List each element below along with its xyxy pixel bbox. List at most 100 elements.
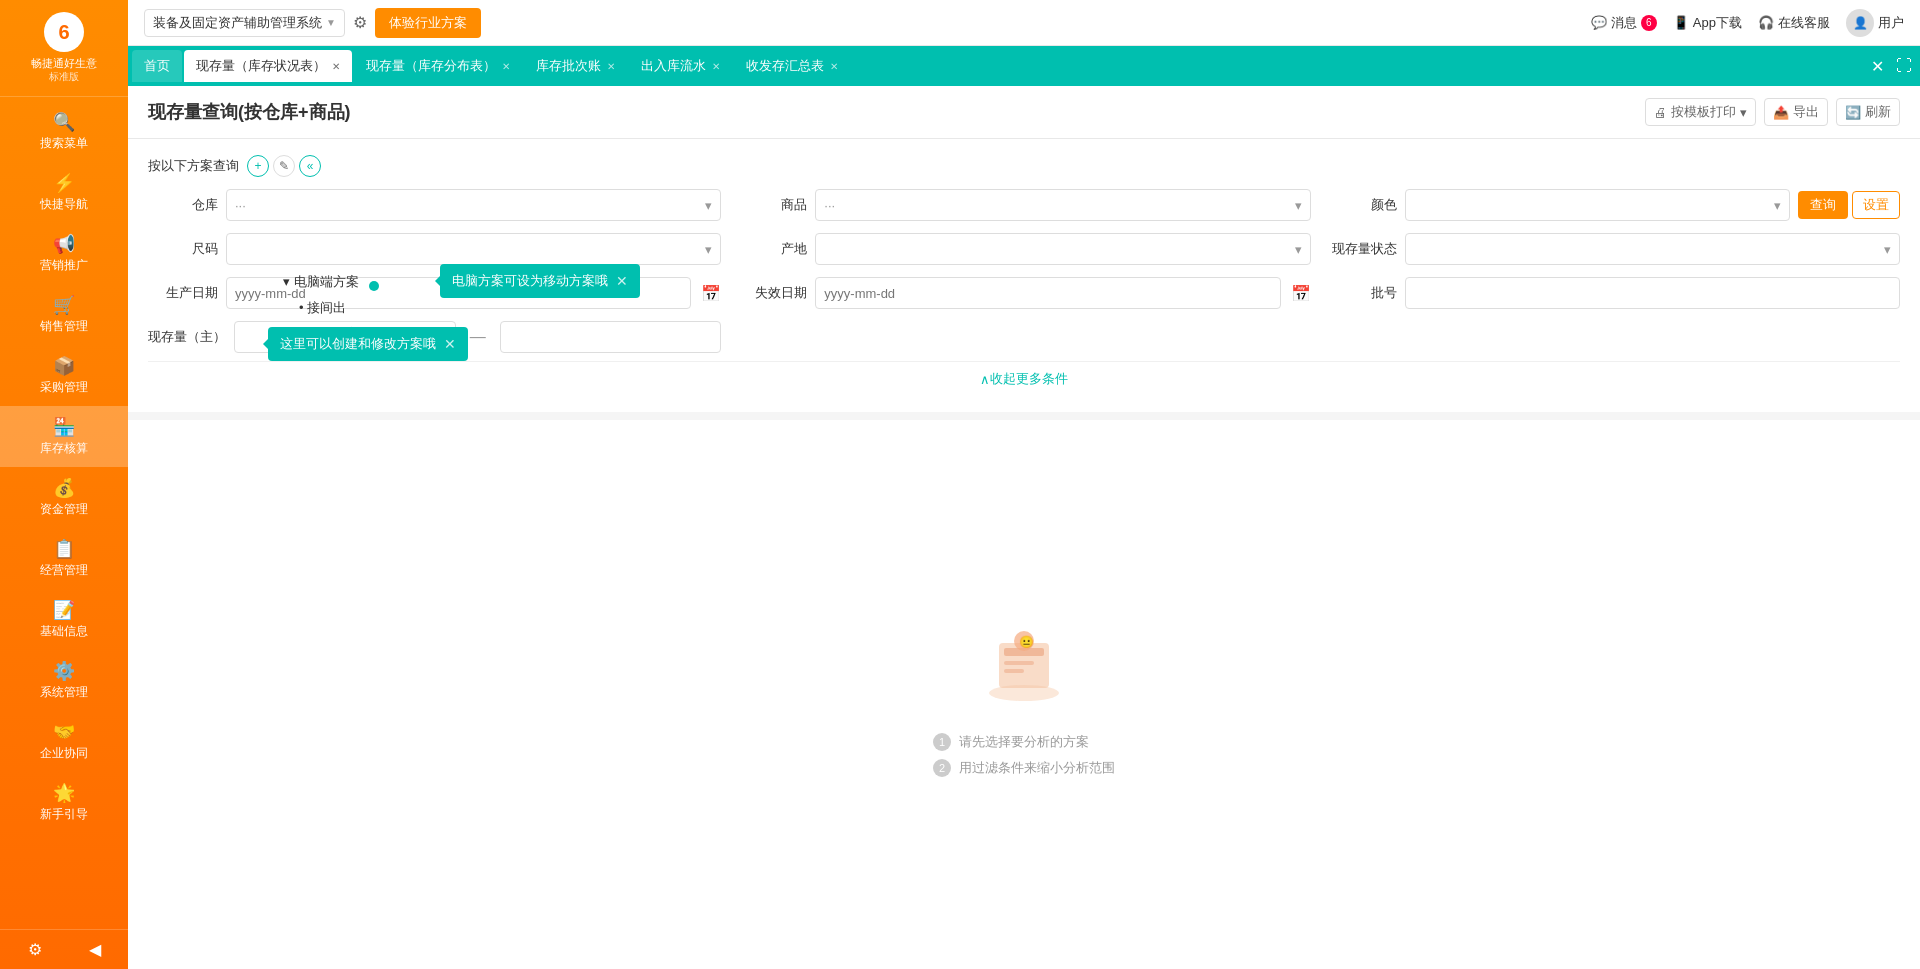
tab-close-icon[interactable]: ✕ bbox=[830, 61, 838, 72]
filter-group-goods: 商品 ··· ▾ bbox=[737, 189, 1310, 221]
batch-input[interactable] bbox=[1405, 277, 1900, 309]
size-select[interactable]: ▾ bbox=[226, 233, 721, 265]
hint-text-2: 用过滤条件来缩小分析范围 bbox=[959, 759, 1115, 777]
sidebar-item-basic[interactable]: 📝 基础信息 bbox=[0, 589, 128, 650]
sidebar-item-label: 基础信息 bbox=[40, 623, 88, 640]
sidebar-item-enterprise[interactable]: 🤝 企业协同 bbox=[0, 711, 128, 772]
lightning-icon: ⚡ bbox=[53, 172, 75, 194]
tab-inout[interactable]: 出入库流水 ✕ bbox=[629, 50, 732, 82]
collapse-bar[interactable]: ∧ 收起更多条件 bbox=[148, 361, 1900, 396]
create-tooltip-text: 这里可以创建和修改方案哦 bbox=[280, 335, 436, 353]
calendar-icon: 📅 bbox=[701, 284, 721, 303]
expdate-start-input[interactable] bbox=[824, 286, 1271, 301]
filter-group-expdate: 失效日期 📅 bbox=[737, 277, 1310, 309]
search-btn[interactable]: 查询 bbox=[1798, 191, 1848, 219]
goods-select[interactable]: ··· ▾ bbox=[815, 189, 1310, 221]
tab-close-all-icon[interactable]: ✕ bbox=[1867, 53, 1888, 80]
settings-filter-btn[interactable]: 设置 bbox=[1852, 191, 1900, 219]
tab-home[interactable]: 首页 bbox=[132, 50, 182, 82]
edit-scheme-btn[interactable]: ✎ bbox=[273, 155, 295, 177]
scheme-node-item1[interactable]: • 接间出 bbox=[283, 295, 359, 321]
tooltip2-close-icon[interactable]: ✕ bbox=[444, 336, 456, 352]
header-right: 💬 消息 6 📱 App下载 🎧 在线客服 👤 用户 bbox=[1591, 9, 1904, 37]
hint-num-1: 1 bbox=[933, 733, 951, 751]
tab-batch[interactable]: 库存批次账 ✕ bbox=[524, 50, 627, 82]
scheme-tooltip-bubble: 电脑方案可设为移动方案哦 ✕ bbox=[440, 264, 640, 298]
tab-receivable[interactable]: 收发存汇总表 ✕ bbox=[734, 50, 850, 82]
color-select[interactable]: ▾ bbox=[1405, 189, 1790, 221]
empty-hint-1: 1 请先选择要分析的方案 bbox=[933, 733, 1115, 751]
sidebar-item-label: 库存核算 bbox=[40, 440, 88, 457]
filter-group-origin: 产地 ▾ bbox=[737, 233, 1310, 265]
filter-row-2: 尺码 ▾ 产地 ▾ 现存量状态 bbox=[148, 233, 1900, 265]
warehouse-select[interactable]: ··· ▾ bbox=[226, 189, 721, 221]
sidebar-item-label: 系统管理 bbox=[40, 684, 88, 701]
refresh-btn[interactable]: 🔄 刷新 bbox=[1836, 98, 1900, 126]
page-area: 现存量查询(按仓库+商品) 🖨 按模板打印 ▾ 📤 导出 🔄 刷新 bbox=[128, 86, 1920, 969]
svg-rect-3 bbox=[1004, 661, 1034, 665]
sidebar-item-inventory[interactable]: 🏪 库存核算 bbox=[0, 406, 128, 467]
settings-footer-icon[interactable]: ⚙ bbox=[28, 940, 42, 959]
system-name: 装备及固定资产辅助管理系统 bbox=[153, 14, 322, 32]
tooltip-close-icon[interactable]: ✕ bbox=[616, 273, 628, 289]
sidebar-item-system[interactable]: ⚙️ 系统管理 bbox=[0, 650, 128, 711]
system-selector[interactable]: 装备及固定资产辅助管理系统 ▼ bbox=[144, 9, 345, 37]
app-icon: 📱 bbox=[1673, 15, 1689, 30]
chevron-down-icon: ▼ bbox=[326, 17, 336, 28]
header-settings-icon[interactable]: ⚙ bbox=[353, 13, 367, 32]
filter-header-icons: + ✎ « bbox=[247, 155, 321, 177]
sidebar-item-label: 采购管理 bbox=[40, 379, 88, 396]
header-user[interactable]: 👤 用户 bbox=[1846, 9, 1904, 37]
print-btn[interactable]: 🖨 按模板打印 ▾ bbox=[1645, 98, 1756, 126]
sidebar-item-marketing[interactable]: 📢 营销推广 bbox=[0, 223, 128, 284]
sidebar-item-label: 搜索菜单 bbox=[40, 135, 88, 152]
tab-close-icon[interactable]: ✕ bbox=[712, 61, 720, 72]
tab-inventory-status[interactable]: 现存量（库存状况表） ✕ bbox=[184, 50, 352, 82]
tab-close-icon[interactable]: ✕ bbox=[607, 61, 615, 72]
add-scheme-btn[interactable]: + bbox=[247, 155, 269, 177]
batch-text-input[interactable] bbox=[1414, 286, 1891, 301]
top-header: 装备及固定资产辅助管理系统 ▼ ⚙ 体验行业方案 💬 消息 6 📱 App下载 … bbox=[128, 0, 1920, 46]
tab-inventory-dist[interactable]: 现存量（库存分布表） ✕ bbox=[354, 50, 522, 82]
basic-icon: 📝 bbox=[53, 599, 75, 621]
industry-btn[interactable]: 体验行业方案 bbox=[375, 8, 481, 38]
sidebar-item-purchase[interactable]: 📦 采购管理 bbox=[0, 345, 128, 406]
tab-close-icon[interactable]: ✕ bbox=[502, 61, 510, 72]
sidebar-item-guide[interactable]: 🌟 新手引导 bbox=[0, 772, 128, 833]
sidebar-item-search[interactable]: 🔍 搜索菜单 bbox=[0, 101, 128, 162]
sidebar-item-label: 企业协同 bbox=[40, 745, 88, 762]
status-select[interactable]: ▾ bbox=[1405, 233, 1900, 265]
arrow-btn[interactable]: « bbox=[299, 155, 321, 177]
sidebar-item-operation[interactable]: 📋 经营管理 bbox=[0, 528, 128, 589]
calendar-icon: 📅 bbox=[1291, 284, 1311, 303]
header-support[interactable]: 🎧 在线客服 bbox=[1758, 14, 1830, 32]
sidebar-item-sales[interactable]: 🛒 销售管理 bbox=[0, 284, 128, 345]
header-message[interactable]: 💬 消息 6 bbox=[1591, 14, 1657, 32]
sidebar-item-finance[interactable]: 💰 资金管理 bbox=[0, 467, 128, 528]
warehouse-label: 仓库 bbox=[148, 196, 218, 214]
expdate-label: 失效日期 bbox=[737, 284, 807, 302]
tab-close-icon[interactable]: ✕ bbox=[332, 61, 340, 72]
header-left: 装备及固定资产辅助管理系统 ▼ ⚙ 体验行业方案 bbox=[144, 8, 481, 38]
sidebar-item-label: 资金管理 bbox=[40, 501, 88, 518]
expdate-input[interactable] bbox=[815, 277, 1280, 309]
origin-label: 产地 bbox=[737, 240, 807, 258]
tab-fullscreen-icon[interactable]: ⛶ bbox=[1892, 53, 1916, 80]
svg-rect-4 bbox=[1004, 669, 1024, 673]
qty-to-input[interactable] bbox=[509, 330, 713, 345]
export-icon: 📤 bbox=[1773, 105, 1789, 120]
empty-illustration: 😐 bbox=[974, 613, 1074, 713]
filter-area: 按以下方案查询 + ✎ « ▾ 电脑端方案 • 接间 bbox=[128, 139, 1920, 412]
origin-select[interactable]: ▾ bbox=[815, 233, 1310, 265]
inventory-icon: 🏪 bbox=[53, 416, 75, 438]
collapse-sidebar-icon[interactable]: ◀ bbox=[89, 940, 101, 959]
batch-label: 批号 bbox=[1327, 284, 1397, 302]
dot-indicator bbox=[369, 281, 379, 291]
sidebar-item-quick-nav[interactable]: ⚡ 快捷导航 bbox=[0, 162, 128, 223]
header-app[interactable]: 📱 App下载 bbox=[1673, 14, 1742, 32]
qty-end-input[interactable] bbox=[500, 321, 722, 353]
export-btn[interactable]: 📤 导出 bbox=[1764, 98, 1828, 126]
scheme-node-desktop[interactable]: ▾ 电脑端方案 bbox=[283, 269, 359, 295]
chevron-down-icon: ▾ bbox=[1295, 198, 1302, 213]
empty-hint-2: 2 用过滤条件来缩小分析范围 bbox=[933, 759, 1115, 777]
